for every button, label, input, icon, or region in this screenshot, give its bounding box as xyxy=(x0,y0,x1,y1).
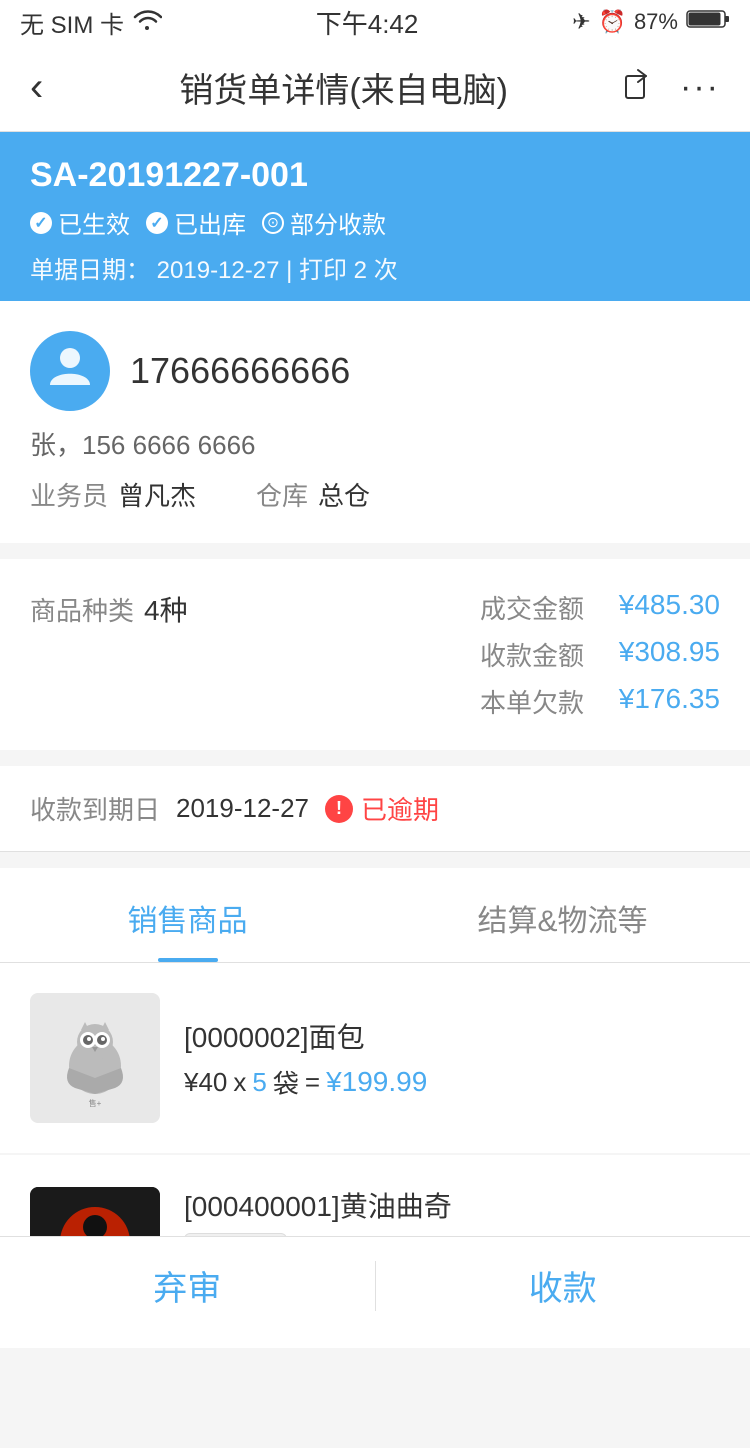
clock-time: 下午4:42 xyxy=(316,4,419,41)
warehouse-item: 仓库 总仓 xyxy=(256,476,370,513)
customer-id: 17666666666 xyxy=(130,350,350,392)
amount-row-received: 收款金额 ¥308.95 xyxy=(480,636,720,673)
badge-partial: ⊙ 部分收款 xyxy=(262,205,386,240)
status-left: 无 SIM 卡 xyxy=(20,5,162,40)
avatar-icon xyxy=(45,340,95,402)
nav-actions: ··· xyxy=(624,68,720,108)
battery-icon xyxy=(686,8,730,37)
due-date-row: 收款到期日 2019-12-27 ! 已逾期 xyxy=(0,766,750,852)
share-icon[interactable] xyxy=(624,68,656,108)
bottom-actions: 弃审 收款 xyxy=(0,1236,750,1334)
customer-info-row: 业务员 曾凡杰 仓库 总仓 xyxy=(30,476,720,513)
amount-row-owed: 本单欠款 ¥176.35 xyxy=(480,683,720,720)
tab-sales-products[interactable]: 销售商品 xyxy=(0,868,375,962)
customer-name-phone: 张，156 6666 6666 xyxy=(30,425,720,462)
header-badges: ✓ 已生效 ✓ 已出库 ⊙ 部分收款 xyxy=(30,205,720,240)
tab-logistics[interactable]: 结算&物流等 xyxy=(375,868,750,962)
overdue-icon: ! xyxy=(325,795,353,823)
tab-bar: 销售商品 结算&物流等 xyxy=(0,868,750,963)
customer-top: 17666666666 xyxy=(30,331,720,411)
clock-icon-partial: ⊙ xyxy=(262,212,284,234)
check-icon-shipped: ✓ xyxy=(146,212,168,234)
more-icon[interactable]: ··· xyxy=(680,68,720,107)
product-price-1: ¥40 x 5 袋 = ¥199.99 xyxy=(184,1064,720,1101)
cancel-button[interactable]: 弃审 xyxy=(0,1237,375,1334)
badge-effective: ✓ 已生效 xyxy=(30,205,130,240)
page-title: 销货单详情(来自电脑) xyxy=(63,63,624,112)
badge-shipped: ✓ 已出库 xyxy=(146,205,246,240)
location-icon: ✈ xyxy=(572,9,590,35)
carrier-text: 无 SIM 卡 xyxy=(20,5,124,40)
product-count: 商品种类 4种 xyxy=(30,589,188,629)
wifi-icon xyxy=(132,8,162,37)
customer-card: 17666666666 张，156 6666 6666 业务员 曾凡杰 仓库 总… xyxy=(0,301,750,543)
confirm-button[interactable]: 收款 xyxy=(376,1237,750,1334)
product-name-1: [0000002]面包 xyxy=(184,1016,720,1056)
check-icon-effective: ✓ xyxy=(30,212,52,234)
amount-row-total: 成交金额 ¥485.30 xyxy=(480,589,720,626)
status-right: ✈ ⏰ 87% xyxy=(572,8,730,37)
summary-card: 商品种类 4种 成交金额 ¥485.30 收款金额 ¥308.95 本单欠款 ¥… xyxy=(0,559,750,750)
header-banner: SA-20191227-001 ✓ 已生效 ✓ 已出库 ⊙ 部分收款 单据日期：… xyxy=(0,132,750,301)
alarm-icon: ⏰ xyxy=(599,9,626,35)
order-id: SA-20191227-001 xyxy=(30,156,720,195)
back-button[interactable]: ‹ xyxy=(30,65,43,110)
nav-bar: ‹ 销货单详情(来自电脑) ··· xyxy=(0,44,750,132)
status-bar: 无 SIM 卡 下午4:42 ✈ ⏰ 87% xyxy=(0,0,750,44)
header-date: 单据日期： 2019-12-27 | 打印 2 次 xyxy=(30,250,720,285)
product-item-1: 售+ [0000002]面包 ¥40 x 5 袋 = ¥199.99 xyxy=(0,963,750,1153)
product-info-1: [0000002]面包 ¥40 x 5 袋 = ¥199.99 xyxy=(184,1016,720,1101)
amounts: 成交金额 ¥485.30 收款金额 ¥308.95 本单欠款 ¥176.35 xyxy=(480,589,720,720)
salesperson-item: 业务员 曾凡杰 xyxy=(30,476,196,513)
battery-text: 87% xyxy=(634,9,678,35)
overdue-badge: ! 已逾期 xyxy=(325,790,439,827)
svg-text:售+: 售+ xyxy=(89,1098,102,1108)
summary-row: 商品种类 4种 成交金额 ¥485.30 收款金额 ¥308.95 本单欠款 ¥… xyxy=(30,589,720,720)
avatar xyxy=(30,331,110,411)
product-name-2: [000400001]黄油曲奇 xyxy=(184,1185,720,1225)
product-image-1: 售+ xyxy=(30,993,160,1123)
